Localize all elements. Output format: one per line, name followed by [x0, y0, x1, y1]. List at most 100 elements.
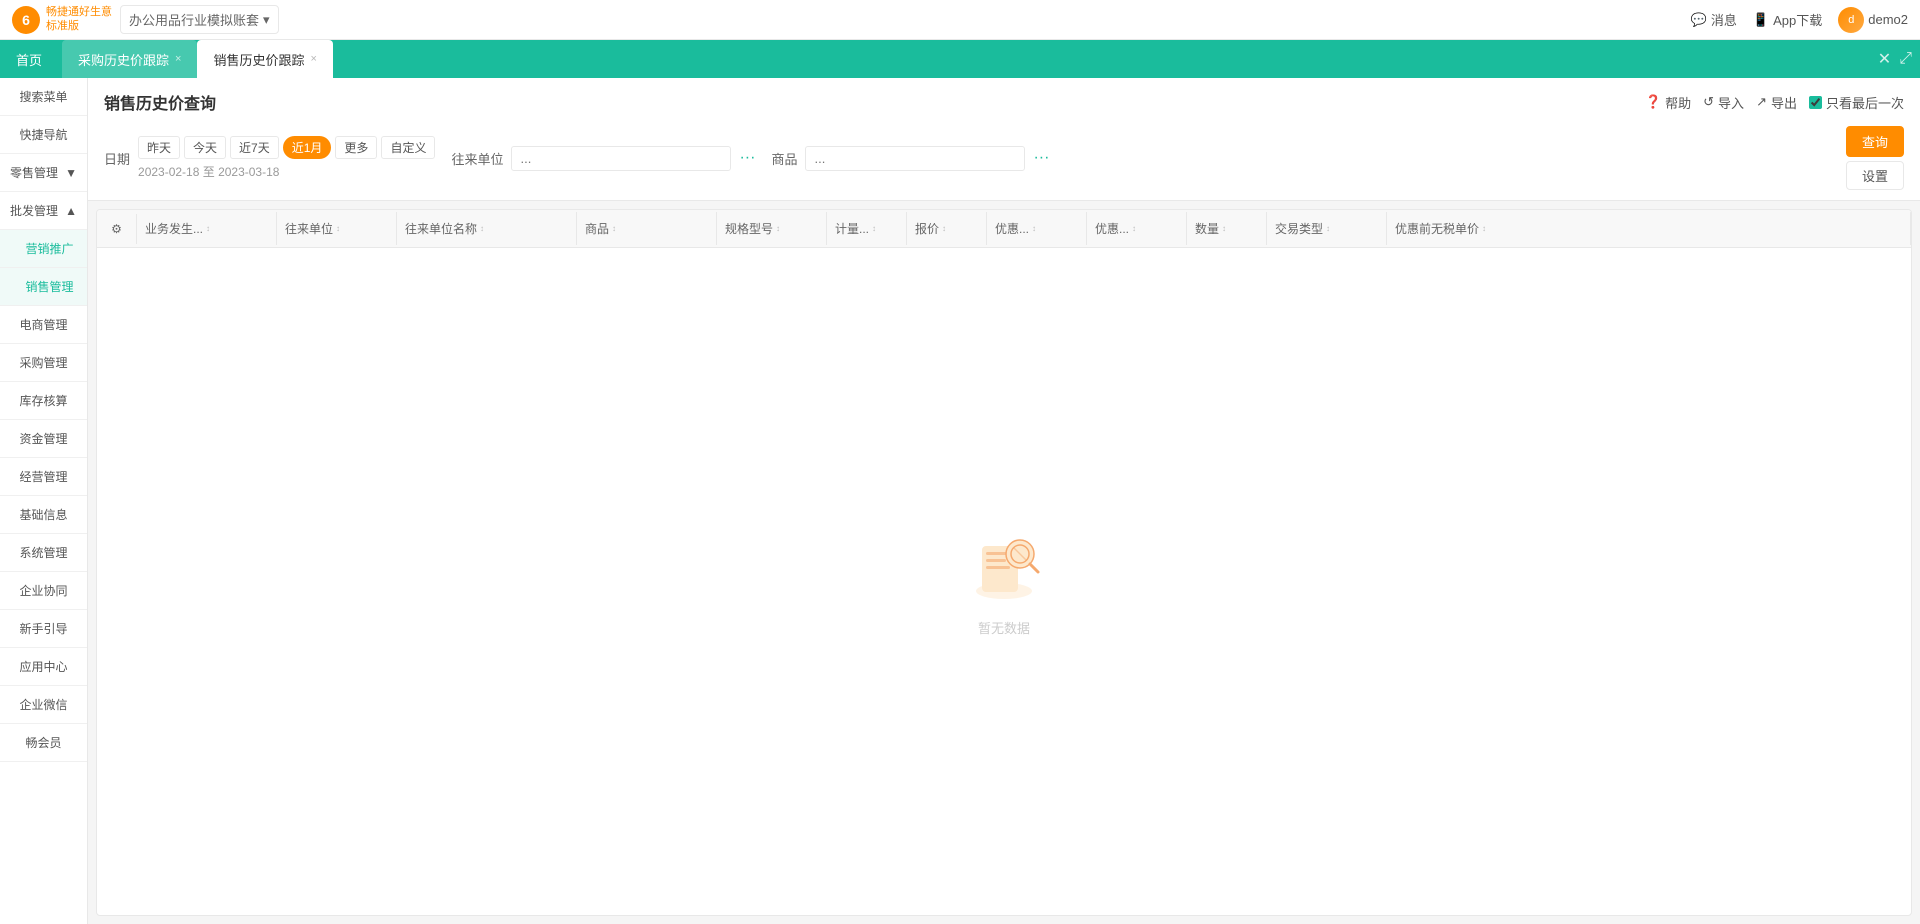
th-settings[interactable]: ⚙ — [97, 214, 137, 244]
sidebar-item-finance[interactable]: 资金管理 — [0, 420, 87, 458]
logo-icon: 6 — [12, 6, 40, 34]
settings-button[interactable]: 设置 — [1846, 161, 1904, 190]
th-product-label: 商品 — [585, 220, 609, 237]
export-action[interactable]: ↗ 导出 — [1756, 93, 1797, 112]
app-selector-arrow: ▾ — [263, 12, 270, 28]
page-title: 销售历史价查询 — [104, 90, 216, 114]
app-selector[interactable]: 办公用品行业模拟账套 ▾ — [120, 5, 279, 34]
sidebar-marketing-label: 营销推广 — [25, 240, 73, 257]
th-pretax-price[interactable]: 优惠前无税单价 ↕ — [1387, 212, 1911, 245]
page-actions: ❓ 帮助 ↺ 导入 ↗ 导出 只看最后一次 — [1645, 93, 1904, 112]
sidebar-item-marketing[interactable]: 营销推广 — [0, 230, 87, 268]
th-quote-label: 报价 — [915, 220, 939, 237]
sidebar-ecommerce-label: 电商管理 — [19, 316, 67, 333]
import-action[interactable]: ↺ 导入 — [1703, 93, 1744, 112]
sidebar-item-basic-info[interactable]: 基础信息 — [0, 496, 87, 534]
product-input[interactable] — [805, 146, 1025, 171]
logo-area: 6 畅捷通好生意 标准版 — [12, 6, 112, 34]
sidebar-item-purchase[interactable]: 采购管理 — [0, 344, 87, 382]
sidebar-finance-label: 资金管理 — [19, 430, 67, 447]
date-label: 日期 — [104, 149, 130, 168]
filter-row: 日期 昨天 今天 近7天 近1月 更多 自定义 2023-02-18 至 202… — [104, 126, 1904, 200]
tab-bar-right: ✕ ⤢ — [1878, 49, 1920, 69]
empty-state: 暂无数据 — [97, 248, 1911, 915]
sidebar-purchase-label: 采购管理 — [19, 354, 67, 371]
app-download-item[interactable]: 📱 App下载 — [1753, 10, 1822, 29]
help-icon: ❓ — [1645, 94, 1661, 110]
th-discount2[interactable]: 优惠... ↕ — [1087, 212, 1187, 245]
tab-purchase-history[interactable]: 采购历史价跟踪 × — [62, 40, 197, 78]
sidebar-item-sales-mgmt[interactable]: 销售管理 — [0, 268, 87, 306]
th-unit[interactable]: 计量... ↕ — [827, 212, 907, 245]
product-label: 商品 — [771, 149, 797, 168]
tab-close-all-btn[interactable]: ✕ — [1878, 49, 1891, 69]
tab-expand-btn[interactable]: ⤢ — [1899, 50, 1912, 68]
tab-purchase-close[interactable]: × — [175, 53, 181, 65]
sidebar-item-guide[interactable]: 新手引导 — [0, 610, 87, 648]
sidebar-item-quick-nav[interactable]: 快捷导航 — [0, 116, 87, 154]
date-btn-today[interactable]: 今天 — [184, 136, 226, 159]
import-label: 导入 — [1718, 93, 1744, 112]
export-icon: ↗ — [1756, 94, 1767, 110]
th-qty[interactable]: 数量 ↕ — [1187, 212, 1267, 245]
th-spec-label: 规格型号 — [725, 220, 773, 237]
sidebar-item-wholesale[interactable]: 批发管理 ▲ — [0, 192, 87, 230]
sort-pretax-price-icon: ↕ — [1482, 225, 1486, 233]
sidebar-system-label: 系统管理 — [19, 544, 67, 561]
th-product[interactable]: 商品 ↕ — [577, 212, 717, 245]
sort-unit-icon: ↕ — [872, 225, 876, 233]
page-header: 销售历史价查询 ❓ 帮助 ↺ 导入 ↗ 导出 — [88, 78, 1920, 201]
message-label: 消息 — [1711, 10, 1737, 29]
partner-input[interactable] — [511, 146, 731, 171]
avatar: d — [1838, 7, 1864, 33]
th-partner-code[interactable]: 往来单位 ↕ — [277, 212, 397, 245]
tab-home[interactable]: 首页 — [0, 40, 58, 78]
logo-text: 畅捷通好生意 标准版 — [46, 6, 112, 32]
sidebar-item-search[interactable]: 搜索菜单 — [0, 78, 87, 116]
top-bar-right: 💬 消息 📱 App下载 d demo2 — [1691, 7, 1908, 33]
sidebar: 搜索菜单 快捷导航 零售管理 ▼ 批发管理 ▲ 营销推广 销售管理 电商管理 采… — [0, 78, 88, 924]
product-dots[interactable]: ··· — [1033, 149, 1049, 167]
sidebar-item-app-center[interactable]: 应用中心 — [0, 648, 87, 686]
th-biz-date[interactable]: 业务发生... ↕ — [137, 212, 277, 245]
date-btn-7days[interactable]: 近7天 — [230, 136, 279, 159]
sidebar-item-inventory[interactable]: 库存核算 — [0, 382, 87, 420]
help-action[interactable]: ❓ 帮助 — [1645, 93, 1691, 112]
download-icon: 📱 — [1753, 12, 1769, 28]
th-spec[interactable]: 规格型号 ↕ — [717, 212, 827, 245]
sidebar-item-retail[interactable]: 零售管理 ▼ — [0, 154, 87, 192]
tab-purchase-label: 采购历史价跟踪 — [78, 50, 169, 69]
sidebar-app-center-label: 应用中心 — [19, 658, 67, 675]
th-discount1[interactable]: 优惠... ↕ — [987, 212, 1087, 245]
sidebar-operations-label: 经营管理 — [19, 468, 67, 485]
partner-dots[interactable]: ··· — [739, 149, 755, 167]
tab-sales-close[interactable]: × — [310, 53, 316, 65]
sidebar-item-operations[interactable]: 经营管理 — [0, 458, 87, 496]
message-item[interactable]: 💬 消息 — [1691, 10, 1737, 29]
date-btn-1month[interactable]: 近1月 — [283, 136, 332, 159]
sidebar-item-wechat[interactable]: 企业微信 — [0, 686, 87, 724]
date-btn-more[interactable]: 更多 — [335, 136, 377, 159]
only-last-checkbox[interactable] — [1809, 96, 1822, 109]
query-button[interactable]: 查询 — [1846, 126, 1904, 157]
sidebar-item-ecommerce[interactable]: 电商管理 — [0, 306, 87, 344]
th-partner-name[interactable]: 往来单位名称 ↕ — [397, 212, 577, 245]
th-qty-label: 数量 — [1195, 220, 1219, 237]
only-last-checkbox-group[interactable]: 只看最后一次 — [1809, 93, 1904, 112]
th-trade-type[interactable]: 交易类型 ↕ — [1267, 212, 1387, 245]
product-filter-group: 商品 ··· — [771, 146, 1049, 171]
sidebar-item-cooperation[interactable]: 企业协同 — [0, 572, 87, 610]
sidebar-sales-mgmt-label: 销售管理 — [25, 278, 73, 295]
help-label: 帮助 — [1665, 93, 1691, 112]
sidebar-item-system[interactable]: 系统管理 — [0, 534, 87, 572]
sidebar-item-member[interactable]: 畅会员 — [0, 724, 87, 762]
sort-partner-code-icon: ↕ — [336, 225, 340, 233]
user-item[interactable]: d demo2 — [1838, 7, 1908, 33]
import-icon: ↺ — [1703, 94, 1714, 110]
date-btn-custom[interactable]: 自定义 — [381, 136, 435, 159]
tab-sales-history[interactable]: 销售历史价跟踪 × — [197, 40, 332, 78]
top-bar-left: 6 畅捷通好生意 标准版 办公用品行业模拟账套 ▾ — [12, 5, 279, 34]
date-btn-yesterday[interactable]: 昨天 — [138, 136, 180, 159]
th-unit-label: 计量... — [835, 220, 869, 237]
th-quote[interactable]: 报价 ↕ — [907, 212, 987, 245]
